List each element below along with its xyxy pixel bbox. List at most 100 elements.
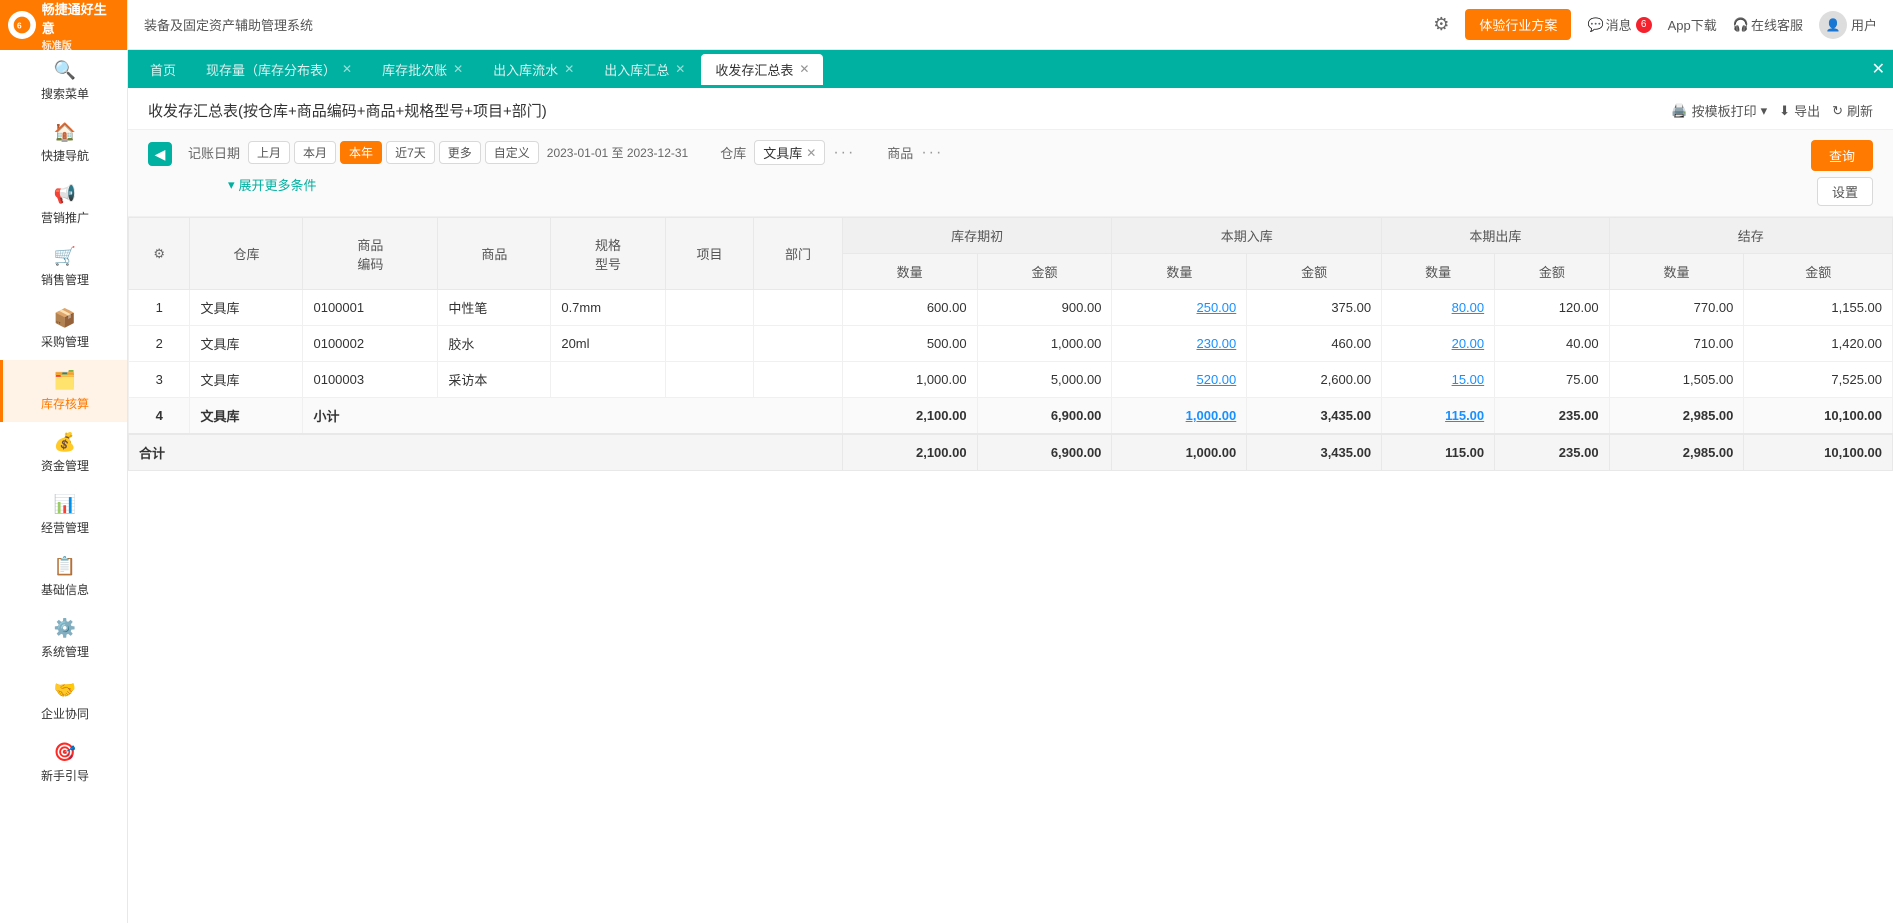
close-all-icon[interactable]: ✕ xyxy=(1872,59,1885,79)
row-no: 1 xyxy=(129,290,190,326)
out-qty-header: 数量 xyxy=(1382,254,1495,290)
sidebar-item-basic[interactable]: 📋基础信息 xyxy=(0,546,127,608)
warehouse-tag-text: 文具库 xyxy=(763,143,802,162)
sidebar-label-inventory: 库存核算 xyxy=(41,395,89,412)
row-close-qty: 710.00 xyxy=(1609,326,1744,362)
row-out-amt: 120.00 xyxy=(1495,290,1609,326)
total-open-amt: 6,900.00 xyxy=(977,434,1112,471)
sidebar-item-system[interactable]: ⚙️系统管理 xyxy=(0,608,127,670)
table-settings-header[interactable]: ⚙ xyxy=(129,218,190,290)
closing-group-header: 结存 xyxy=(1609,218,1892,254)
subtotal-in-amt: 3,435.00 xyxy=(1247,398,1382,435)
sidebar-item-inventory[interactable]: 🗂️ 库存核算 xyxy=(0,360,127,422)
row-in-qty[interactable]: 520.00 xyxy=(1112,362,1247,398)
outbound-group-header: 本期出库 xyxy=(1382,218,1609,254)
out-qty-link[interactable]: 15.00 xyxy=(1452,372,1485,387)
refresh-button[interactable]: ↻ 刷新 xyxy=(1832,101,1873,120)
sidebar-item-operations[interactable]: 📊经营管理 xyxy=(0,484,127,546)
row-no: 3 xyxy=(129,362,190,398)
out-qty-link[interactable]: 20.00 xyxy=(1452,336,1485,351)
date-btn-近7天[interactable]: 近7天 xyxy=(386,141,435,164)
sidebar-label-finance: 资金管理 xyxy=(41,457,89,474)
tab-close-icon[interactable]: ✕ xyxy=(342,62,352,76)
page-title: 收发存汇总表(按仓库+商品编码+商品+规格型号+项目+部门) xyxy=(148,100,547,121)
tab------[interactable]: 出入库流水✕ xyxy=(479,54,588,85)
tab---[interactable]: 首页 xyxy=(136,54,190,85)
tab-close-icon[interactable]: ✕ xyxy=(564,62,574,76)
in-amt-header: 金额 xyxy=(1247,254,1382,290)
app-download-link[interactable]: App下载 xyxy=(1668,15,1717,34)
warehouse-more-icon[interactable]: ··· xyxy=(833,144,855,162)
row-dept xyxy=(754,362,843,398)
online-service-link[interactable]: 🎧 在线客服 xyxy=(1733,15,1803,34)
tab-close-icon[interactable]: ✕ xyxy=(675,62,685,76)
subtotal-open-qty: 2,100.00 xyxy=(842,398,977,435)
settings-icon[interactable]: ⚙ xyxy=(1433,14,1449,35)
filter-right-actions: 查询 设置 xyxy=(1811,140,1873,206)
sidebar-item-cooperation[interactable]: 🤝企业协同 xyxy=(0,670,127,732)
inventory-icon: 🗂️ xyxy=(54,370,76,391)
print-button[interactable]: 🖨️ 按模板打印 ▾ xyxy=(1671,101,1767,120)
sidebar-item-sales[interactable]: 🛒销售管理 xyxy=(0,236,127,298)
query-button[interactable]: 查询 xyxy=(1811,140,1873,171)
date-btn-自定义[interactable]: 自定义 xyxy=(485,141,539,164)
subtotal-in-qty: 1,000.00 xyxy=(1112,398,1247,435)
date-btn-更多[interactable]: 更多 xyxy=(439,141,481,164)
filter-toggle-button[interactable]: ◀ xyxy=(148,142,172,166)
user-menu[interactable]: 👤 用户 xyxy=(1819,11,1877,39)
in-qty-header: 数量 xyxy=(1112,254,1247,290)
notification-item[interactable]: 💬 消息6 xyxy=(1587,15,1651,34)
row-out-amt: 40.00 xyxy=(1495,326,1609,362)
date-btn-本年[interactable]: 本年 xyxy=(340,141,382,164)
tab------[interactable]: 出入库汇总✕ xyxy=(590,54,699,85)
export-button[interactable]: ⬇ 导出 xyxy=(1779,101,1820,120)
row-project xyxy=(665,362,754,398)
row-out-qty[interactable]: 80.00 xyxy=(1382,290,1495,326)
sidebar-label-operations: 经营管理 xyxy=(41,519,89,536)
subtotal-open-amt: 6,900.00 xyxy=(977,398,1112,435)
subtotal-in-qty-link[interactable]: 1,000.00 xyxy=(1186,408,1237,423)
in-qty-link[interactable]: 230.00 xyxy=(1196,336,1236,351)
sidebar-item-marketing[interactable]: 📢营销推广 xyxy=(0,174,127,236)
dept-header: 部门 xyxy=(754,218,843,290)
row-in-amt: 2,600.00 xyxy=(1247,362,1382,398)
in-qty-link[interactable]: 520.00 xyxy=(1196,372,1236,387)
tab-------[interactable]: 收发存汇总表✕ xyxy=(701,54,823,85)
tab-----------[interactable]: 现存量（库存分布表）✕ xyxy=(192,54,366,85)
row-out-qty[interactable]: 20.00 xyxy=(1382,326,1495,362)
row-open-qty: 500.00 xyxy=(842,326,977,362)
user-name: 用户 xyxy=(1851,15,1877,34)
tab-close-icon[interactable]: ✕ xyxy=(453,62,463,76)
subtotal-out-qty-link[interactable]: 115.00 xyxy=(1445,408,1484,423)
app-edition: 标准版 xyxy=(42,37,119,52)
date-btn-上月[interactable]: 上月 xyxy=(248,141,290,164)
in-qty-link[interactable]: 250.00 xyxy=(1196,300,1236,315)
sidebar-item-search[interactable]: 🔍搜索菜单 xyxy=(0,50,127,112)
row-open-amt: 1,000.00 xyxy=(977,326,1112,362)
sidebar-item-finance[interactable]: 💰资金管理 xyxy=(0,422,127,484)
warehouse-tag[interactable]: 文具库 ✕ xyxy=(754,140,825,165)
sidebar-item-purchase[interactable]: 📦采购管理 xyxy=(0,298,127,360)
row-name: 采访本 xyxy=(438,362,551,398)
row-code: 0100002 xyxy=(303,326,438,362)
settings-small-button[interactable]: 设置 xyxy=(1817,177,1873,206)
tab-close-icon[interactable]: ✕ xyxy=(799,62,809,76)
warehouse-tag-close[interactable]: ✕ xyxy=(806,146,816,160)
row-out-qty[interactable]: 15.00 xyxy=(1382,362,1495,398)
expand-more-button[interactable]: ▾ 展开更多条件 xyxy=(228,175,943,194)
trial-button[interactable]: 体验行业方案 xyxy=(1465,9,1571,40)
sidebar-item-guide[interactable]: 🎯新手引导 xyxy=(0,732,127,794)
close-qty-header: 数量 xyxy=(1609,254,1744,290)
row-in-qty[interactable]: 230.00 xyxy=(1112,326,1247,362)
sidebar-item-quick[interactable]: 🏠快捷导航 xyxy=(0,112,127,174)
row-open-amt: 900.00 xyxy=(977,290,1112,326)
out-qty-link[interactable]: 80.00 xyxy=(1452,300,1485,315)
total-label: 合计 xyxy=(129,434,843,471)
row-in-qty[interactable]: 250.00 xyxy=(1112,290,1247,326)
date-btn-本月[interactable]: 本月 xyxy=(294,141,336,164)
svg-text:6: 6 xyxy=(17,20,22,30)
row-code: 0100001 xyxy=(303,290,438,326)
topbar-actions: 💬 消息6 App下载 🎧 在线客服 👤 用户 xyxy=(1587,11,1877,39)
tab------[interactable]: 库存批次账✕ xyxy=(368,54,477,85)
goods-more-icon[interactable]: ··· xyxy=(921,144,943,162)
